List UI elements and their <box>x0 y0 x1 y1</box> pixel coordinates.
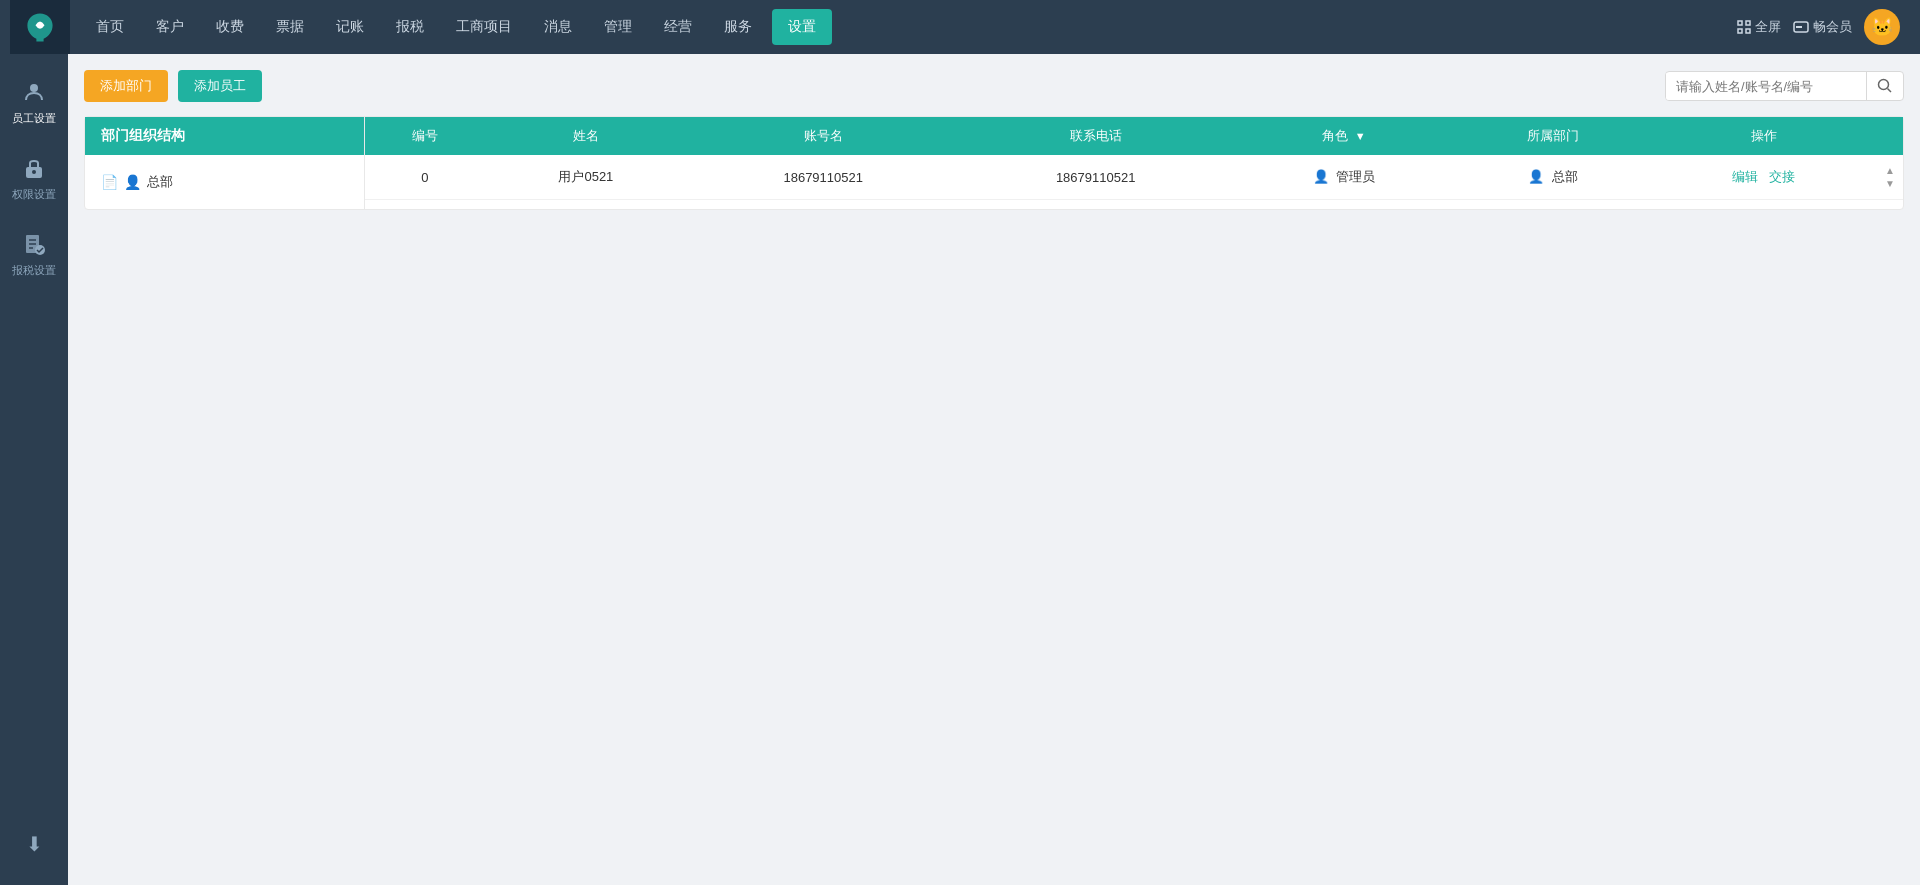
emp-table-header: 编号 姓名 账号名 联系电话 角色 ▼ 所属部门 操作 <box>365 117 1903 155</box>
scroll-up-icon[interactable]: ▲ <box>1885 165 1895 176</box>
nav-tax[interactable]: 报税 <box>380 0 440 54</box>
download-icon: ⬇ <box>26 832 43 856</box>
nav-message[interactable]: 消息 <box>528 0 588 54</box>
scroll-arrows-cell: ▲ ▼ <box>1877 155 1903 200</box>
scroll-arrows: ▲ ▼ <box>1885 165 1895 189</box>
nav-bookkeep[interactable]: 记账 <box>320 0 380 54</box>
tax-settings-icon <box>20 230 48 258</box>
sidebar-item-employee[interactable]: 员工设置 <box>0 64 68 140</box>
cell-account: 18679110521 <box>687 155 959 200</box>
dept-person-icon: 👤 <box>124 174 141 190</box>
svg-rect-1 <box>1738 21 1742 25</box>
avatar-icon: 🐱 <box>1871 16 1893 38</box>
main-layout: 员工设置 权限设置 <box>0 54 1920 885</box>
svg-rect-3 <box>1738 29 1742 33</box>
col-role[interactable]: 角色 ▼ <box>1232 117 1456 155</box>
svg-rect-4 <box>1746 29 1750 33</box>
col-dept: 所属部门 <box>1456 117 1650 155</box>
nav-customer[interactable]: 客户 <box>140 0 200 54</box>
add-emp-button[interactable]: 添加员工 <box>178 70 262 102</box>
dept-panel: 部门组织结构 📄 👤 总部 <box>85 117 365 209</box>
top-navigation: 首页 客户 收费 票据 记账 报税 工商项目 消息 管理 经营 服务 设置 全屏 <box>0 0 1920 54</box>
top-nav-right: 全屏 畅会员 🐱 <box>1737 9 1910 45</box>
user-avatar[interactable]: 🐱 <box>1864 9 1900 45</box>
dept-tree: 📄 👤 总部 <box>85 155 364 209</box>
fullscreen-label: 全屏 <box>1755 18 1781 36</box>
employee-icon <box>20 78 48 106</box>
svg-point-9 <box>32 170 36 174</box>
dept-panel-header: 部门组织结构 <box>85 117 364 155</box>
emp-panel: 编号 姓名 账号名 联系电话 角色 ▼ 所属部门 操作 <box>365 117 1903 209</box>
add-dept-button[interactable]: 添加部门 <box>84 70 168 102</box>
svg-line-16 <box>1888 89 1892 93</box>
scroll-down-icon[interactable]: ▼ <box>1885 178 1895 189</box>
col-account: 账号名 <box>687 117 959 155</box>
col-action: 操作 <box>1650 117 1877 155</box>
sidebar-permission-label: 权限设置 <box>12 187 56 202</box>
search-input[interactable] <box>1666 73 1866 100</box>
sidebar: 员工设置 权限设置 <box>0 54 68 885</box>
sidebar-item-tax-settings[interactable]: 报税设置 <box>0 216 68 292</box>
edit-link[interactable]: 编辑 <box>1732 169 1758 184</box>
nav-home[interactable]: 首页 <box>80 0 140 54</box>
sidebar-employee-label: 员工设置 <box>12 111 56 126</box>
dept-name: 总部 <box>147 173 173 191</box>
logo-area[interactable] <box>10 0 70 54</box>
nav-fee[interactable]: 收费 <box>200 0 260 54</box>
fullscreen-button[interactable]: 全屏 <box>1737 18 1781 36</box>
col-id: 编号 <box>365 117 485 155</box>
cell-role: 👤 管理员 <box>1232 155 1456 200</box>
cell-name: 用户0521 <box>485 155 687 200</box>
nav-service[interactable]: 服务 <box>708 0 768 54</box>
cell-actions: 编辑 交接 <box>1650 155 1877 200</box>
nav-manage[interactable]: 管理 <box>588 0 648 54</box>
nav-items: 首页 客户 收费 票据 记账 报税 工商项目 消息 管理 经营 服务 设置 <box>80 0 1737 54</box>
file-icon: 📄 <box>101 174 118 190</box>
scroll-col <box>1877 117 1903 155</box>
col-name: 姓名 <box>485 117 687 155</box>
two-panel: 部门组织结构 📄 👤 总部 编号 姓名 账号名 <box>84 116 1904 210</box>
table-row: 0 用户0521 18679110521 18679110521 👤 管理员 👤… <box>365 155 1903 200</box>
member-button[interactable]: 畅会员 <box>1793 18 1852 36</box>
nav-biz[interactable]: 工商项目 <box>440 0 528 54</box>
col-phone: 联系电话 <box>959 117 1231 155</box>
search-area <box>1665 71 1904 101</box>
member-icon <box>1793 20 1809 34</box>
member-label: 畅会员 <box>1813 18 1852 36</box>
emp-table: 编号 姓名 账号名 联系电话 角色 ▼ 所属部门 操作 <box>365 117 1903 200</box>
toolbar: 添加部门 添加员工 <box>84 70 1904 102</box>
transfer-link[interactable]: 交接 <box>1769 169 1795 184</box>
lock-icon <box>22 154 46 182</box>
svg-rect-2 <box>1746 21 1750 25</box>
svg-rect-6 <box>1796 26 1802 28</box>
sidebar-tax-label: 报税设置 <box>12 263 56 278</box>
emp-table-body: 0 用户0521 18679110521 18679110521 👤 管理员 👤… <box>365 155 1903 200</box>
app-logo-icon <box>22 9 58 45</box>
svg-point-15 <box>1879 80 1889 90</box>
fullscreen-icon <box>1737 20 1751 34</box>
search-icon <box>1877 78 1893 94</box>
sidebar-bottom: ⬇ <box>0 818 68 885</box>
svg-point-0 <box>37 23 42 28</box>
sidebar-download[interactable]: ⬇ <box>0 818 68 870</box>
search-button[interactable] <box>1866 72 1903 100</box>
cell-phone: 18679110521 <box>959 155 1231 200</box>
sidebar-item-permission[interactable]: 权限设置 <box>0 140 68 216</box>
role-value: 管理员 <box>1336 169 1375 184</box>
nav-operate[interactable]: 经营 <box>648 0 708 54</box>
dept-value: 总部 <box>1552 169 1578 184</box>
svg-point-7 <box>30 84 38 92</box>
content-area: 添加部门 添加员工 部门组织结构 📄 👤 <box>68 54 1920 885</box>
nav-settings[interactable]: 设置 <box>772 9 832 45</box>
cell-id: 0 <box>365 155 485 200</box>
dept-icon: 👤 <box>1528 169 1544 184</box>
nav-invoice[interactable]: 票据 <box>260 0 320 54</box>
cell-dept: 👤 总部 <box>1456 155 1650 200</box>
col-role-label: 角色 <box>1322 128 1348 143</box>
filter-icon: ▼ <box>1355 130 1366 142</box>
dept-tree-item[interactable]: 📄 👤 总部 <box>85 165 364 199</box>
role-icon: 👤 <box>1313 169 1329 184</box>
